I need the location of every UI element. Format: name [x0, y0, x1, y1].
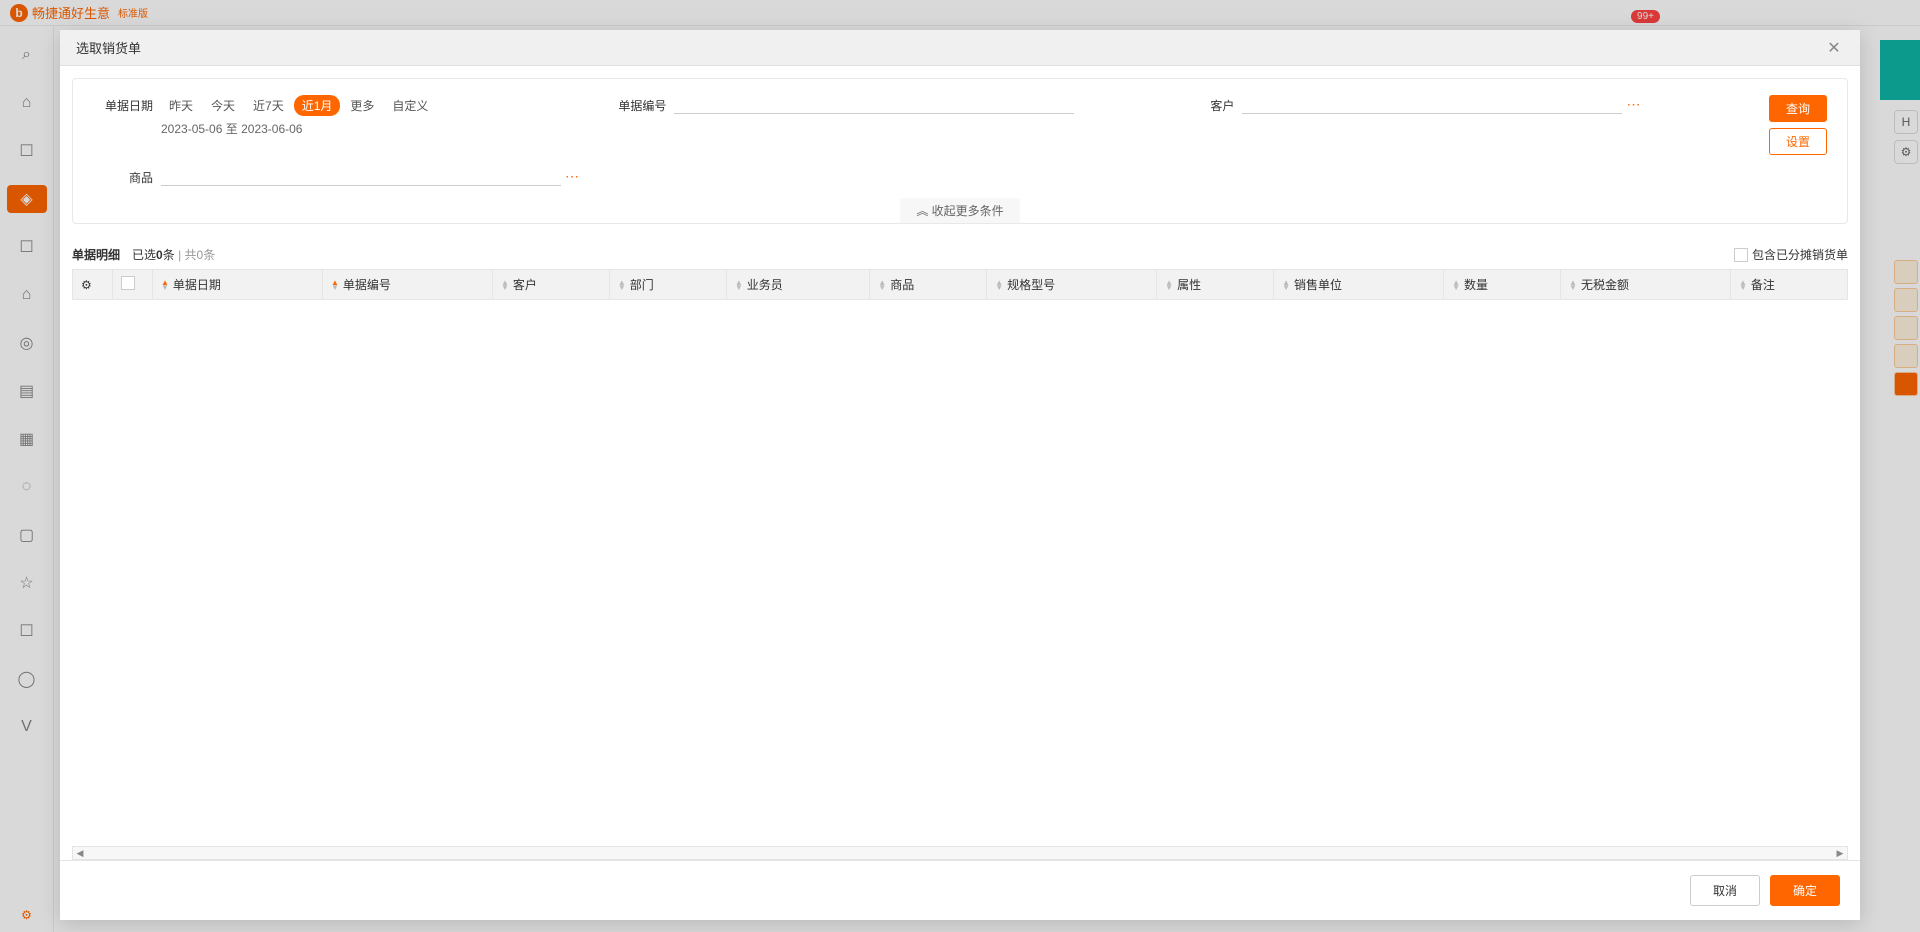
- customer-input[interactable]: [1242, 95, 1622, 114]
- col-settings[interactable]: ⚙: [73, 270, 113, 300]
- collapse-filters[interactable]: ︽ 收起更多条件: [900, 198, 1020, 223]
- scroll-right-icon[interactable]: ▶: [1833, 847, 1847, 859]
- table-meta-right: 包含已分摊销货单: [1734, 246, 1848, 263]
- filter-customer-label: 客户: [1174, 95, 1234, 114]
- filter-customer: 客户 ⋯: [1174, 95, 1640, 155]
- collapse-text: 收起更多条件: [932, 204, 1004, 218]
- customer-more-icon[interactable]: ⋯: [1626, 96, 1640, 113]
- product-input[interactable]: [161, 167, 561, 186]
- settings-button[interactable]: 设置: [1769, 128, 1827, 155]
- filter-row-1: 单据日期 昨天 今天 近7天 近1月 更多 自定义 2023: [93, 95, 1827, 155]
- col-docno[interactable]: ▲▼单据编号: [322, 270, 492, 300]
- date-from: 2023-05-06: [161, 122, 222, 136]
- scroll-left-icon[interactable]: ◀: [73, 847, 87, 859]
- product-more-icon[interactable]: ⋯: [565, 168, 579, 185]
- date-7days[interactable]: 近7天: [245, 95, 292, 116]
- table-meta: 单据明细 已选0条 | 共0条 包含已分摊销货单: [60, 236, 1860, 269]
- include-dispatch-checkbox[interactable]: [1734, 248, 1748, 262]
- include-dispatch-label: 包含已分摊销货单: [1752, 246, 1848, 263]
- col-salesperson[interactable]: ▲▼业务员: [726, 270, 869, 300]
- modal-header: 选取销货单 ✕: [60, 30, 1860, 66]
- modal-select-sales: 选取销货单 ✕ 单据日期 昨天 今天 近7天 近1月 更多: [60, 30, 1860, 920]
- filter-date-label: 单据日期: [93, 95, 153, 114]
- results-table: ⚙ ▲▼单据日期 ▲▼单据编号 ▲▼客户 ▲▼部门 ▲▼业务员 ▲▼商品 ▲▼规…: [72, 269, 1848, 820]
- modal-title: 选取销货单: [76, 38, 141, 57]
- chevron-up-icon: ︽: [916, 204, 931, 218]
- filter-date-content: 昨天 今天 近7天 近1月 更多 自定义 2023-05-06 至 2023-0…: [161, 95, 436, 137]
- close-icon[interactable]: ✕: [1824, 38, 1844, 58]
- filter-product: 商品 ⋯: [93, 167, 579, 186]
- table-title: 单据明细: [72, 246, 120, 263]
- date-more[interactable]: 更多: [342, 95, 382, 116]
- cancel-button[interactable]: 取消: [1690, 875, 1760, 906]
- col-attr[interactable]: ▲▼属性: [1157, 270, 1274, 300]
- filter-doc-no: 单据编号: [606, 95, 1074, 155]
- modal-footer: 取消 确定: [60, 860, 1860, 920]
- table-empty: [73, 300, 1848, 820]
- confirm-button[interactable]: 确定: [1770, 875, 1840, 906]
- filter-wrap: 单据日期 昨天 今天 近7天 近1月 更多 自定义 2023: [60, 66, 1860, 236]
- date-shortcuts: 昨天 今天 近7天 近1月 更多 自定义: [161, 95, 436, 116]
- table-wrap: ⚙ ▲▼单据日期 ▲▼单据编号 ▲▼客户 ▲▼部门 ▲▼业务员 ▲▼商品 ▲▼规…: [60, 269, 1860, 846]
- col-dept[interactable]: ▲▼部门: [609, 270, 726, 300]
- filter-product-label: 商品: [93, 167, 153, 186]
- col-amount[interactable]: ▲▼无税金额: [1561, 270, 1731, 300]
- date-1month[interactable]: 近1月: [294, 95, 341, 116]
- date-to: 2023-06-06: [241, 122, 302, 136]
- date-sep: 至: [226, 122, 238, 136]
- col-checkall[interactable]: [113, 270, 153, 300]
- table-meta-left: 单据明细 已选0条 | 共0条: [72, 246, 215, 263]
- total-count: | 共0条: [178, 248, 215, 262]
- filter-actions: 查询 设置: [1769, 95, 1827, 155]
- modal-overlay: 选取销货单 ✕ 单据日期 昨天 今天 近7天 近1月 更多: [0, 0, 1920, 932]
- filter-date: 单据日期 昨天 今天 近7天 近1月 更多 自定义 2023: [93, 95, 436, 155]
- col-customer[interactable]: ▲▼客户: [492, 270, 609, 300]
- date-yesterday[interactable]: 昨天: [161, 95, 201, 116]
- col-spec[interactable]: ▲▼规格型号: [987, 270, 1157, 300]
- filter-doc-no-label: 单据编号: [606, 95, 666, 114]
- search-button[interactable]: 查询: [1769, 95, 1827, 122]
- checkall-checkbox[interactable]: [121, 276, 135, 290]
- date-range: 2023-05-06 至 2023-06-06: [161, 120, 436, 137]
- doc-no-input[interactable]: [674, 95, 1074, 114]
- filter-row-2: 商品 ⋯: [93, 167, 1827, 186]
- gear-icon: ⚙: [81, 278, 92, 292]
- filter-box: 单据日期 昨天 今天 近7天 近1月 更多 自定义 2023: [72, 78, 1848, 224]
- col-qty[interactable]: ▲▼数量: [1444, 270, 1561, 300]
- col-product[interactable]: ▲▼商品: [870, 270, 987, 300]
- col-remark[interactable]: ▲▼备注: [1730, 270, 1847, 300]
- date-custom[interactable]: 自定义: [384, 95, 436, 116]
- date-today[interactable]: 今天: [203, 95, 243, 116]
- selected-count: 已选0条 | 共0条: [132, 246, 215, 263]
- horizontal-scrollbar[interactable]: ◀ ▶: [72, 846, 1848, 860]
- col-unit[interactable]: ▲▼销售单位: [1274, 270, 1444, 300]
- col-date[interactable]: ▲▼单据日期: [153, 270, 323, 300]
